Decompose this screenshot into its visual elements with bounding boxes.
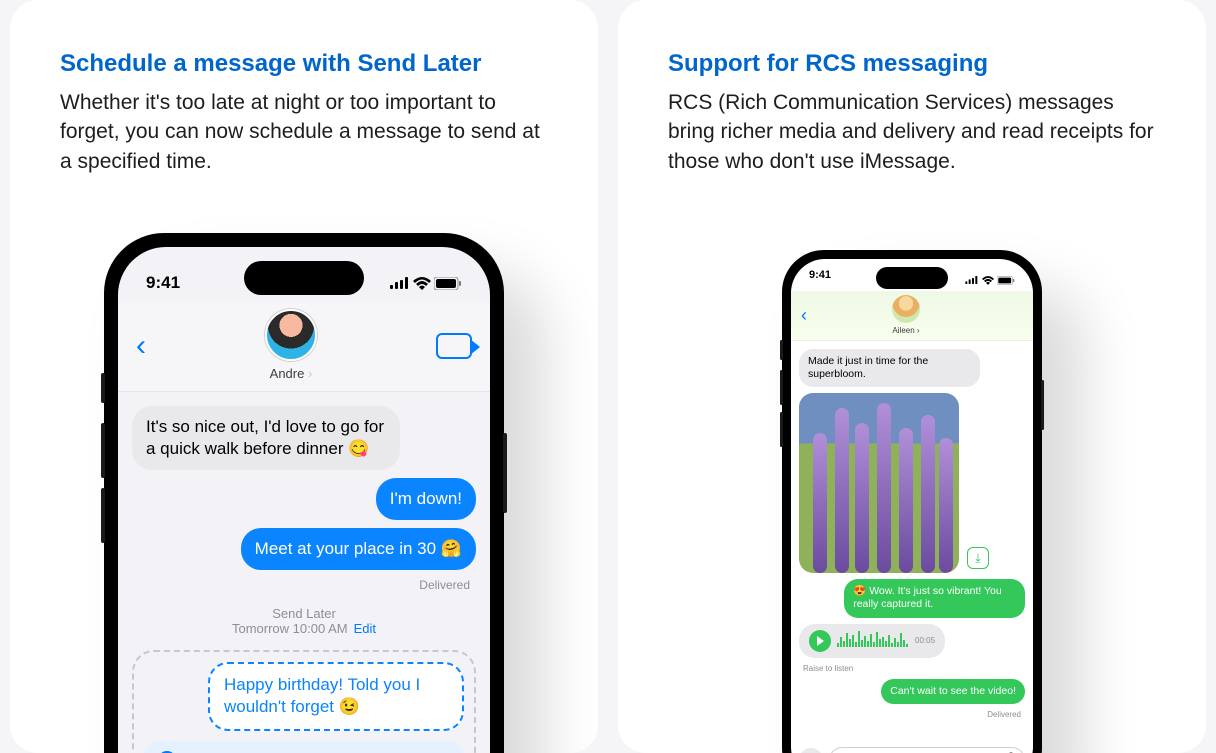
outgoing-message[interactable]: Can't wait to see the video!	[881, 679, 1025, 704]
incoming-message[interactable]: Made it just in time for the superbloom.	[799, 349, 980, 387]
dynamic-island	[244, 261, 364, 295]
attachments-button[interactable]: +	[799, 748, 823, 753]
chip-close-button[interactable]: ×	[439, 749, 450, 753]
card-title[interactable]: Schedule a message with Send Later	[60, 50, 548, 78]
send-later-header: Send Later Tomorrow 10:00 AMEdit	[132, 606, 476, 636]
card-body: Whether it's too late at night or too im…	[60, 88, 548, 176]
contact-avatar[interactable]	[892, 295, 920, 323]
phone-mockup-large: 9:41 ‹ Andre › It's so nice out, I'd lov…	[104, 233, 504, 753]
schedule-time-chip[interactable]: Tomorrow at 10:00 AM › ×	[144, 741, 464, 753]
delivered-status: Delivered	[987, 710, 1021, 719]
rcs-card: Support for RCS messaging RCS (Rich Comm…	[618, 0, 1206, 753]
card-title[interactable]: Support for RCS messaging	[668, 50, 1156, 78]
voice-message[interactable]: 00:05	[799, 624, 945, 658]
delivered-status: Delivered	[413, 578, 476, 592]
conversation-header: ‹ Andre ›	[118, 301, 490, 392]
back-button[interactable]: ‹	[801, 305, 807, 326]
send-later-edit[interactable]: Edit	[354, 621, 376, 636]
message-input[interactable]: Text Message • RCS	[829, 747, 1025, 753]
battery-icon	[434, 277, 462, 290]
status-time: 9:41	[809, 269, 831, 291]
scheduled-message[interactable]: Happy birthday! Told you I wouldn't forg…	[208, 662, 464, 730]
incoming-photo[interactable]	[799, 393, 959, 573]
contact-name-label[interactable]: Andre ›	[270, 366, 313, 381]
incoming-message[interactable]: It's so nice out, I'd love to go for a q…	[132, 406, 400, 470]
raise-to-listen-label: Raise to listen	[803, 664, 853, 673]
dynamic-island	[876, 267, 948, 289]
battery-icon	[997, 276, 1015, 285]
contact-avatar[interactable]	[265, 309, 317, 361]
outgoing-message[interactable]: Meet at your place in 30 🤗	[241, 528, 476, 570]
waveform-icon	[837, 631, 909, 650]
facetime-video-button[interactable]	[436, 333, 472, 359]
play-icon[interactable]	[809, 630, 831, 652]
outgoing-message[interactable]: 😍 Wow. It's just so vibrant! You really …	[844, 579, 1025, 617]
cellular-icon	[390, 277, 410, 289]
contact-name-label[interactable]: Aileen ›	[892, 326, 919, 335]
back-button[interactable]: ‹	[136, 329, 146, 363]
voice-duration: 00:05	[915, 636, 935, 645]
cellular-icon	[965, 276, 979, 284]
scheduled-area: Happy birthday! Told you I wouldn't forg…	[132, 650, 476, 753]
conversation-header: ‹ Aileen ›	[791, 291, 1033, 341]
wifi-icon	[982, 276, 994, 285]
outgoing-message[interactable]: I'm down!	[376, 478, 476, 520]
wifi-icon	[413, 277, 431, 290]
send-later-card: Schedule a message with Send Later Wheth…	[10, 0, 598, 753]
conversation-thread: Made it just in time for the superbloom.…	[791, 341, 1033, 727]
compose-row: + Text Message • RCS	[799, 747, 1025, 753]
save-photo-button[interactable]: ⤓	[967, 547, 989, 569]
status-time: 9:41	[146, 273, 180, 293]
card-body: RCS (Rich Communication Services) messag…	[668, 88, 1156, 176]
conversation-thread: It's so nice out, I'd love to go for a q…	[118, 392, 490, 753]
phone-mockup-small: 9:41 ‹ Aileen › Made it just in time for…	[782, 250, 1042, 753]
